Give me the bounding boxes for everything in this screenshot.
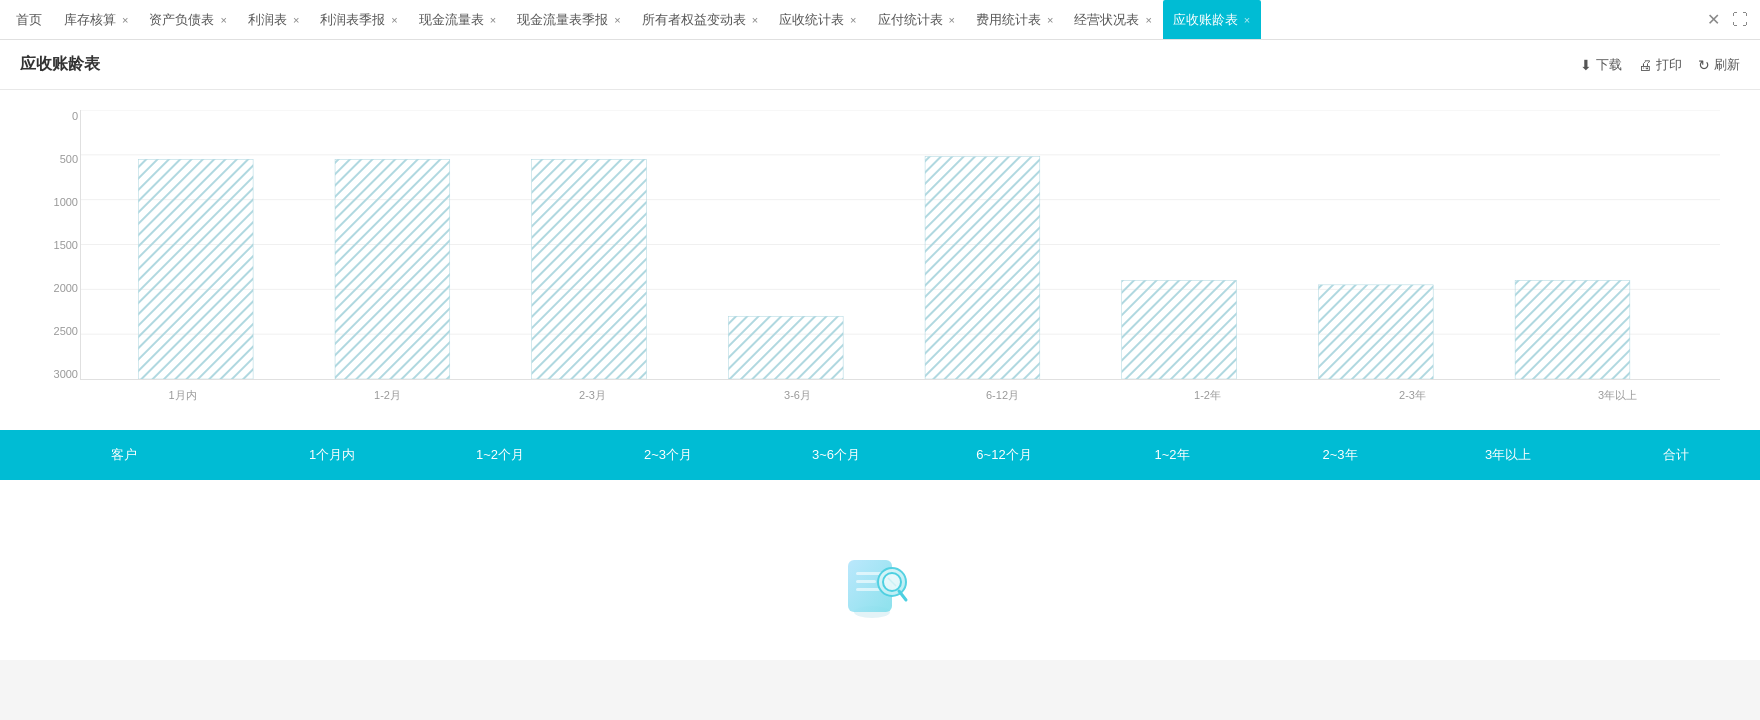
download-button[interactable]: ⬇ 下载 bbox=[1580, 56, 1622, 74]
svg-rect-10 bbox=[728, 316, 843, 379]
tab-close-ar-stat[interactable]: × bbox=[850, 14, 856, 26]
tab-bar: 首页 库存核算 × 资产负债表 × 利润表 × 利润表季报 × 现金流量表 × … bbox=[0, 0, 1760, 40]
svg-rect-13 bbox=[1318, 285, 1433, 379]
tab-close-cashflow[interactable]: × bbox=[490, 14, 496, 26]
th-1month: 1个月内 bbox=[248, 446, 416, 464]
tab-cashflow[interactable]: 现金流量表 × bbox=[409, 0, 507, 40]
download-icon: ⬇ bbox=[1580, 57, 1592, 73]
th-1-2month: 1~2个月 bbox=[416, 446, 584, 464]
svg-rect-18 bbox=[856, 580, 876, 583]
th-1-2year: 1~2年 bbox=[1088, 446, 1256, 464]
main-content: 3000 2500 2000 1500 1000 500 0 bbox=[0, 90, 1760, 660]
tab-close-inventory[interactable]: × bbox=[122, 14, 128, 26]
refresh-button[interactable]: ↻ 刷新 bbox=[1698, 56, 1740, 74]
tab-ar-stat[interactable]: 应收统计表 × bbox=[769, 0, 867, 40]
tab-close-expense[interactable]: × bbox=[1047, 14, 1053, 26]
th-3plus: 3年以上 bbox=[1424, 446, 1592, 464]
tab-profit[interactable]: 利润表 × bbox=[238, 0, 310, 40]
svg-rect-9 bbox=[532, 159, 647, 379]
tab-expense[interactable]: 费用统计表 × bbox=[966, 0, 1064, 40]
tab-balance[interactable]: 资产负债表 × bbox=[139, 0, 237, 40]
maximize-button[interactable]: ⛶ bbox=[1732, 11, 1748, 29]
th-customer: 客户 bbox=[0, 446, 248, 464]
chart-x-labels: 1月内 1-2月 2-3月 3-6月 6-12月 1-2年 2-3年 3年以上 bbox=[80, 380, 1720, 410]
page-title: 应收账龄表 bbox=[20, 54, 100, 75]
chart-area: 3000 2500 2000 1500 1000 500 0 bbox=[0, 90, 1760, 430]
tab-equity[interactable]: 所有者权益变动表 × bbox=[632, 0, 769, 40]
tab-close-ar-aging[interactable]: × bbox=[1244, 14, 1250, 26]
svg-rect-7 bbox=[138, 159, 253, 379]
tab-ap-stat[interactable]: 应付统计表 × bbox=[868, 0, 966, 40]
tab-inventory[interactable]: 库存核算 × bbox=[54, 0, 139, 40]
th-6-12month: 6~12个月 bbox=[920, 446, 1088, 464]
tab-ar-aging[interactable]: 应收账龄表 × bbox=[1163, 0, 1261, 40]
th-2-3month: 2~3个月 bbox=[584, 446, 752, 464]
print-button[interactable]: 🖨 打印 bbox=[1638, 56, 1682, 74]
tab-close-operations[interactable]: × bbox=[1145, 14, 1151, 26]
chart-container: 3000 2500 2000 1500 1000 500 0 bbox=[80, 110, 1720, 410]
tab-close-profit-quarter[interactable]: × bbox=[391, 14, 397, 26]
tab-close-equity[interactable]: × bbox=[752, 14, 758, 26]
empty-state bbox=[0, 480, 1760, 660]
th-total: 合计 bbox=[1592, 446, 1760, 464]
chart-y-axis: 3000 2500 2000 1500 1000 500 0 bbox=[40, 110, 78, 380]
empty-icon bbox=[830, 540, 930, 620]
tab-close-ap-stat[interactable]: × bbox=[949, 14, 955, 26]
svg-rect-12 bbox=[1122, 280, 1237, 379]
svg-rect-8 bbox=[335, 159, 450, 379]
table-header: 客户 1个月内 1~2个月 2~3个月 3~6个月 6~12个月 1~2年 2~… bbox=[0, 430, 1760, 480]
close-button[interactable]: ✕ bbox=[1707, 10, 1720, 29]
svg-rect-11 bbox=[925, 157, 1040, 379]
svg-rect-14 bbox=[1515, 280, 1630, 379]
chart-svg bbox=[80, 110, 1720, 380]
window-controls: ✕ ⛶ bbox=[1707, 10, 1756, 29]
th-2-3year: 2~3年 bbox=[1256, 446, 1424, 464]
tab-profit-quarter[interactable]: 利润表季报 × bbox=[310, 0, 408, 40]
header-actions: ⬇ 下载 🖨 打印 ↻ 刷新 bbox=[1580, 56, 1740, 74]
svg-rect-19 bbox=[856, 588, 880, 591]
page-header: 应收账龄表 ⬇ 下载 🖨 打印 ↻ 刷新 bbox=[0, 40, 1760, 90]
th-3-6month: 3~6个月 bbox=[752, 446, 920, 464]
tab-close-cashflow-quarter[interactable]: × bbox=[614, 14, 620, 26]
print-icon: 🖨 bbox=[1638, 57, 1652, 73]
tab-home[interactable]: 首页 bbox=[4, 0, 54, 40]
tab-cashflow-quarter[interactable]: 现金流量表季报 × bbox=[507, 0, 631, 40]
tab-close-balance[interactable]: × bbox=[220, 14, 226, 26]
tab-close-profit[interactable]: × bbox=[293, 14, 299, 26]
tab-operations[interactable]: 经营状况表 × bbox=[1064, 0, 1162, 40]
refresh-icon: ↻ bbox=[1698, 57, 1710, 73]
